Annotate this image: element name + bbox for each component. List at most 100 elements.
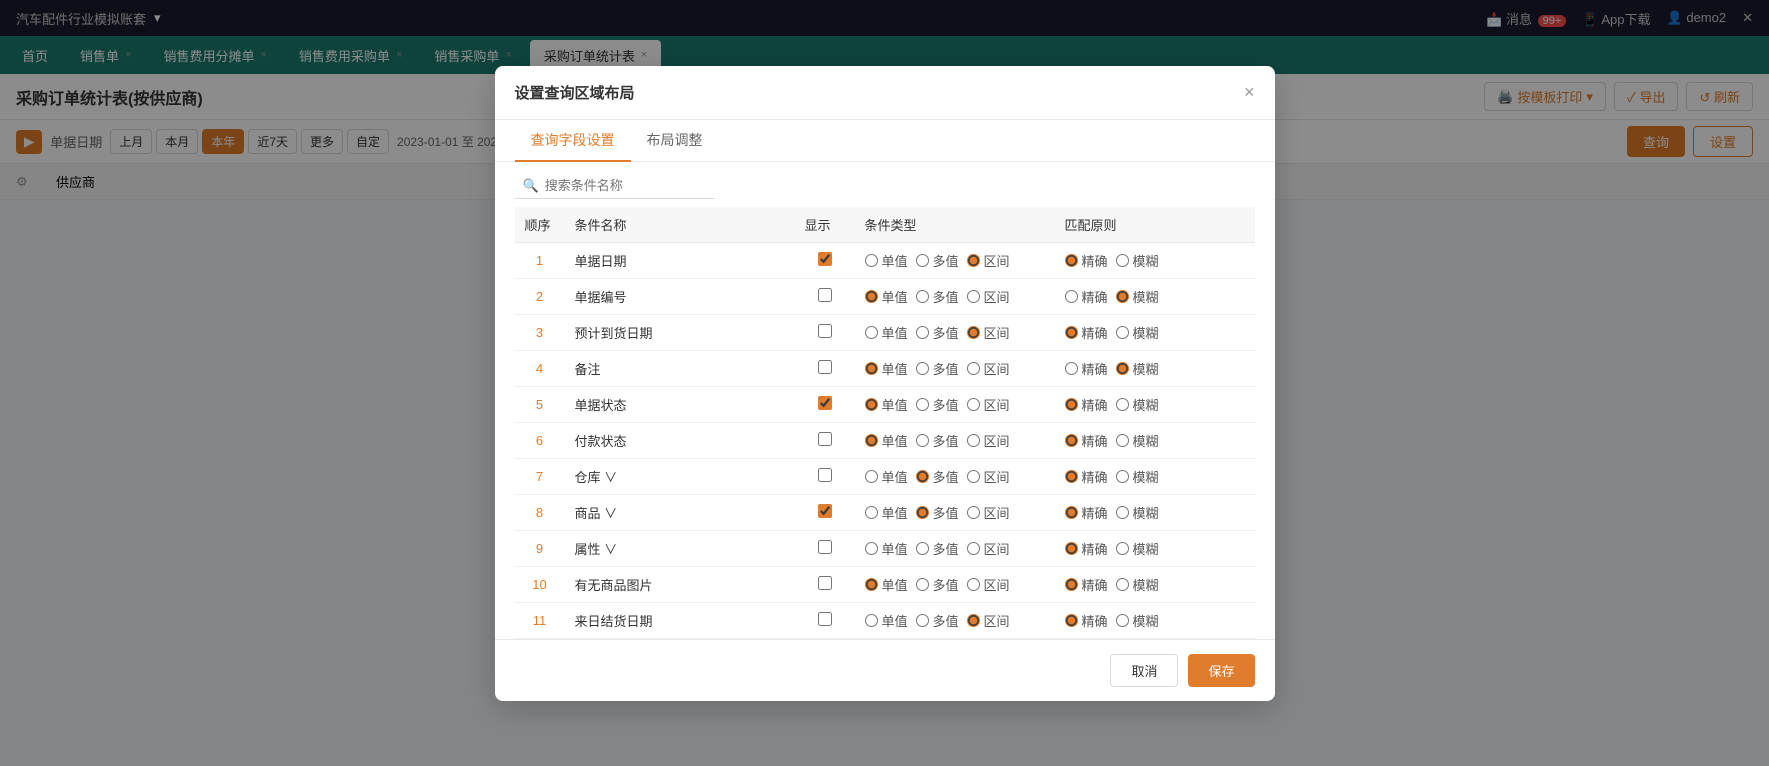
- display-checkbox-label[interactable]: [818, 434, 832, 449]
- dialog-close-button[interactable]: ×: [1244, 82, 1255, 103]
- match-exact-radio[interactable]: [1065, 470, 1078, 483]
- match-fuzzy-label[interactable]: 模糊: [1116, 575, 1159, 594]
- dialog-tab-layout[interactable]: 布局调整: [631, 120, 719, 162]
- type-single-radio[interactable]: [865, 614, 878, 627]
- type-range-radio[interactable]: [967, 434, 980, 447]
- type-range-radio[interactable]: [967, 290, 980, 303]
- search-input[interactable]: [545, 178, 705, 193]
- type-multi-label[interactable]: 多值: [916, 251, 959, 270]
- match-fuzzy-radio[interactable]: [1116, 362, 1129, 375]
- match-fuzzy-label[interactable]: 模糊: [1116, 431, 1159, 450]
- type-multi-label[interactable]: 多值: [916, 395, 959, 414]
- type-range-label[interactable]: 区间: [967, 359, 1010, 378]
- display-checkbox-label[interactable]: [818, 362, 832, 377]
- type-multi-radio[interactable]: [916, 578, 929, 591]
- save-button[interactable]: 保存: [1188, 654, 1254, 687]
- type-multi-label[interactable]: 多值: [916, 431, 959, 450]
- display-checkbox[interactable]: [818, 576, 832, 590]
- type-multi-label[interactable]: 多值: [916, 611, 959, 630]
- match-fuzzy-radio[interactable]: [1116, 434, 1129, 447]
- type-multi-radio[interactable]: [916, 434, 929, 447]
- type-range-label[interactable]: 区间: [967, 611, 1010, 630]
- display-checkbox[interactable]: [818, 468, 832, 482]
- type-range-radio[interactable]: [967, 362, 980, 375]
- type-single-radio[interactable]: [865, 398, 878, 411]
- match-fuzzy-radio[interactable]: [1116, 290, 1129, 303]
- type-multi-radio[interactable]: [916, 326, 929, 339]
- type-single-radio[interactable]: [865, 506, 878, 519]
- match-fuzzy-label[interactable]: 模糊: [1116, 503, 1159, 522]
- match-exact-label[interactable]: 精确: [1065, 467, 1108, 486]
- cancel-button[interactable]: 取消: [1110, 654, 1178, 687]
- type-single-label[interactable]: 单值: [865, 575, 908, 594]
- type-single-radio[interactable]: [865, 326, 878, 339]
- type-range-label[interactable]: 区间: [967, 467, 1010, 486]
- type-multi-label[interactable]: 多值: [916, 287, 959, 306]
- match-fuzzy-label[interactable]: 模糊: [1116, 287, 1159, 306]
- type-single-label[interactable]: 单值: [865, 539, 908, 558]
- display-checkbox[interactable]: [818, 396, 832, 410]
- type-multi-label[interactable]: 多值: [916, 503, 959, 522]
- type-multi-label[interactable]: 多值: [916, 323, 959, 342]
- match-fuzzy-radio[interactable]: [1116, 506, 1129, 519]
- display-checkbox[interactable]: [818, 288, 832, 302]
- type-multi-radio[interactable]: [916, 542, 929, 555]
- match-fuzzy-label[interactable]: 模糊: [1116, 323, 1159, 342]
- type-range-radio[interactable]: [967, 506, 980, 519]
- display-checkbox[interactable]: [818, 504, 832, 518]
- match-fuzzy-radio[interactable]: [1116, 578, 1129, 591]
- match-exact-label[interactable]: 精确: [1065, 359, 1108, 378]
- match-fuzzy-radio[interactable]: [1116, 398, 1129, 411]
- display-checkbox[interactable]: [818, 432, 832, 446]
- type-range-label[interactable]: 区间: [967, 575, 1010, 594]
- type-range-radio[interactable]: [967, 254, 980, 267]
- type-range-radio[interactable]: [967, 542, 980, 555]
- match-exact-label[interactable]: 精确: [1065, 251, 1108, 270]
- display-checkbox-label[interactable]: [818, 398, 832, 413]
- match-exact-radio[interactable]: [1065, 326, 1078, 339]
- type-range-label[interactable]: 区间: [967, 539, 1010, 558]
- type-single-label[interactable]: 单值: [865, 611, 908, 630]
- match-fuzzy-radio[interactable]: [1116, 614, 1129, 627]
- type-multi-label[interactable]: 多值: [916, 467, 959, 486]
- type-range-label[interactable]: 区间: [967, 251, 1010, 270]
- type-multi-radio[interactable]: [916, 506, 929, 519]
- match-exact-label[interactable]: 精确: [1065, 287, 1108, 306]
- display-checkbox[interactable]: [818, 360, 832, 374]
- type-range-radio[interactable]: [967, 398, 980, 411]
- display-checkbox[interactable]: [818, 540, 832, 554]
- type-multi-label[interactable]: 多值: [916, 539, 959, 558]
- type-single-radio[interactable]: [865, 542, 878, 555]
- type-range-label[interactable]: 区间: [967, 323, 1010, 342]
- type-range-radio[interactable]: [967, 326, 980, 339]
- match-exact-radio[interactable]: [1065, 506, 1078, 519]
- type-multi-label[interactable]: 多值: [916, 575, 959, 594]
- display-checkbox-label[interactable]: [818, 326, 832, 341]
- type-single-radio[interactable]: [865, 578, 878, 591]
- match-exact-label[interactable]: 精确: [1065, 539, 1108, 558]
- type-range-label[interactable]: 区间: [967, 395, 1010, 414]
- match-fuzzy-radio[interactable]: [1116, 326, 1129, 339]
- match-exact-radio[interactable]: [1065, 542, 1078, 555]
- display-checkbox[interactable]: [818, 612, 832, 626]
- match-fuzzy-label[interactable]: 模糊: [1116, 467, 1159, 486]
- match-fuzzy-radio[interactable]: [1116, 254, 1129, 267]
- match-exact-radio[interactable]: [1065, 362, 1078, 375]
- type-range-radio[interactable]: [967, 578, 980, 591]
- display-checkbox-label[interactable]: [818, 290, 832, 305]
- display-checkbox-label[interactable]: [818, 578, 832, 593]
- type-multi-radio[interactable]: [916, 614, 929, 627]
- type-single-label[interactable]: 单值: [865, 395, 908, 414]
- match-exact-radio[interactable]: [1065, 614, 1078, 627]
- type-single-radio[interactable]: [865, 254, 878, 267]
- type-range-label[interactable]: 区间: [967, 431, 1010, 450]
- match-fuzzy-label[interactable]: 模糊: [1116, 611, 1159, 630]
- type-multi-radio[interactable]: [916, 398, 929, 411]
- type-range-radio[interactable]: [967, 614, 980, 627]
- match-exact-label[interactable]: 精确: [1065, 503, 1108, 522]
- display-checkbox-label[interactable]: [818, 470, 832, 485]
- dialog-tab-fields[interactable]: 查询字段设置: [515, 120, 631, 162]
- match-fuzzy-label[interactable]: 模糊: [1116, 539, 1159, 558]
- type-range-label[interactable]: 区间: [967, 503, 1010, 522]
- type-multi-radio[interactable]: [916, 470, 929, 483]
